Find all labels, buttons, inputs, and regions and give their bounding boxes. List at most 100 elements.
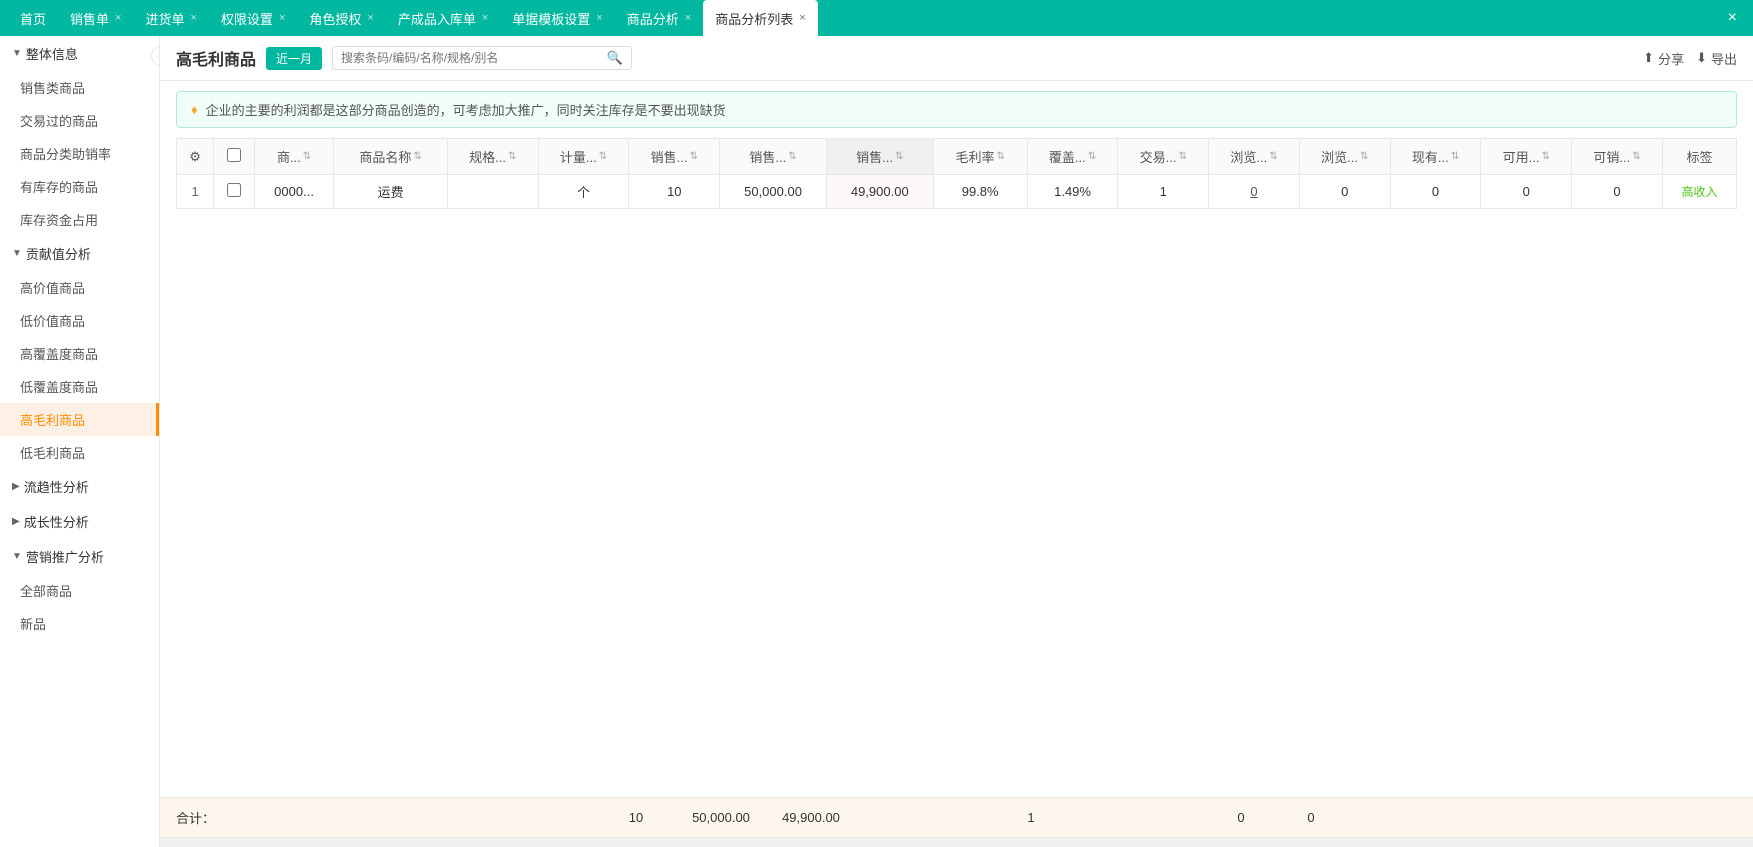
sort-icon: ⇅ <box>413 151 421 162</box>
sort-icon: ⇅ <box>1542 151 1550 162</box>
sidebar-item-high-coverage[interactable]: 高覆盖度商品 <box>0 337 159 370</box>
top-navigation: 首页 销售单 × 进货单 × 权限设置 × 角色授权 × 产成品入库单 × 单据… <box>0 0 1753 36</box>
cell-checkbox[interactable] <box>214 175 255 209</box>
cell-trade: 1 <box>1118 175 1209 209</box>
nav-product-analysis[interactable]: 商品分析 × <box>615 0 703 36</box>
col-sales1[interactable]: 销售...⇅ <box>629 139 720 175</box>
col-unit[interactable]: 计量...⇅ <box>538 139 629 175</box>
cell-stock3: 0 <box>1572 175 1663 209</box>
col-spec[interactable]: 规格...⇅ <box>447 139 538 175</box>
time-filter-button[interactable]: 近一月 <box>266 47 322 70</box>
cell-gross-rate: 99.8% <box>933 175 1027 209</box>
footer-stock2: 0 <box>1276 806 1346 829</box>
sidebar-section-overview[interactable]: ▼ 整体信息 <box>0 36 159 71</box>
footer-trade: 1 <box>996 806 1066 829</box>
close-icon[interactable]: × <box>190 12 196 24</box>
settings-icon: ⚙ <box>189 149 201 164</box>
col-code[interactable]: 商...⇅ <box>254 139 334 175</box>
content-area: 高毛利商品 近一月 🔍 ⬆ 分享 ⬇ 导出 ♦ 企业的主要的利润都是这部分商品创… <box>160 36 1753 847</box>
sidebar-item-low-value[interactable]: 低价值商品 <box>0 304 159 337</box>
col-checkbox[interactable] <box>214 139 255 175</box>
col-browse2[interactable]: 浏览...⇅ <box>1299 139 1390 175</box>
col-sales3[interactable]: 销售...⇅ <box>826 139 933 175</box>
cell-tag: 高收入 <box>1662 175 1736 209</box>
collapse-arrow-icon: ▼ <box>12 551 22 562</box>
col-browse1[interactable]: 浏览...⇅ <box>1209 139 1300 175</box>
close-icon[interactable]: × <box>115 12 121 24</box>
search-box[interactable]: 🔍 <box>332 46 632 70</box>
footer-sales2: 50,000.00 <box>676 806 766 829</box>
nav-purchase-order[interactable]: 进货单 × <box>133 0 208 36</box>
col-stock2[interactable]: 可用...⇅ <box>1481 139 1572 175</box>
col-stock1[interactable]: 现有...⇅ <box>1390 139 1481 175</box>
sidebar-item-high-value[interactable]: 高价值商品 <box>0 271 159 304</box>
search-input[interactable] <box>341 51 607 65</box>
nav-product-analysis-list[interactable]: 商品分析列表 × <box>703 0 817 36</box>
search-icon[interactable]: 🔍 <box>607 50 623 66</box>
nav-home[interactable]: 首页 <box>8 0 58 36</box>
nav-permission-settings[interactable]: 权限设置 × <box>209 0 297 36</box>
expand-arrow-icon: ▶ <box>12 516 20 527</box>
table-container: ⚙ 商...⇅ 商品名称⇅ 规格...⇅ 计量...⇅ 销售...⇅ 销售...… <box>160 138 1753 797</box>
sort-icon: ⇅ <box>599 151 607 162</box>
sort-icon: ⇅ <box>1179 151 1187 162</box>
nav-sales-order[interactable]: 销售单 × <box>58 0 133 36</box>
banner-text: 企业的主要的利润都是这部分商品创造的，可考虑加大推广，同时关注库存是不要出现缺货 <box>206 100 726 119</box>
close-icon[interactable]: × <box>685 12 691 24</box>
sort-icon: ⇅ <box>1360 151 1368 162</box>
col-settings[interactable]: ⚙ <box>177 139 214 175</box>
col-tag: 标签 <box>1662 139 1736 175</box>
select-all-checkbox[interactable] <box>227 148 241 162</box>
col-sales2[interactable]: 销售...⇅ <box>720 139 827 175</box>
cell-sales1: 10 <box>629 175 720 209</box>
close-icon[interactable]: × <box>482 12 488 24</box>
table-row[interactable]: 1 0000... 运费 个 10 50,000.00 49,900.00 99… <box>177 175 1737 209</box>
sidebar-section-marketing[interactable]: ▼ 营销推广分析 <box>0 539 159 574</box>
sidebar-section-contribution[interactable]: ▼ 贡献值分析 <box>0 236 159 271</box>
sidebar-item-high-margin[interactable]: 高毛利商品 <box>0 403 159 436</box>
nav-template-settings[interactable]: 单据模板设置 × <box>500 0 614 36</box>
collapse-arrow-icon: ▼ <box>12 248 22 259</box>
nav-product-inbound[interactable]: 产成品入库单 × <box>386 0 500 36</box>
cell-unit: 个 <box>538 175 629 209</box>
close-icon[interactable]: × <box>367 12 373 24</box>
sort-icon: ⇅ <box>508 151 516 162</box>
sidebar-item-low-coverage[interactable]: 低覆盖度商品 <box>0 370 159 403</box>
export-button[interactable]: ⬇ 导出 <box>1696 49 1737 68</box>
col-stock3[interactable]: 可销...⇅ <box>1572 139 1663 175</box>
page-title: 高毛利商品 <box>176 46 256 70</box>
sidebar-item-low-margin[interactable]: 低毛利商品 <box>0 436 159 469</box>
close-icon[interactable]: × <box>596 12 602 24</box>
close-icon[interactable]: × <box>279 12 285 24</box>
sort-icon: ⇅ <box>895 151 903 162</box>
sidebar: « ▼ 整体信息 销售类商品 交易过的商品 商品分类助销率 有库存的商品 库存资… <box>0 36 160 847</box>
close-icon[interactable]: × <box>799 12 805 24</box>
footer-sales3: 49,900.00 <box>766 806 856 829</box>
sidebar-section-growth[interactable]: ▶ 成长性分析 <box>0 504 159 539</box>
sidebar-item-all-products[interactable]: 全部商品 <box>0 574 159 607</box>
col-coverage[interactable]: 覆盖...⇅ <box>1027 139 1118 175</box>
col-gross-rate[interactable]: 毛利率⇅ <box>933 139 1027 175</box>
cell-stock1: 0 <box>1390 175 1481 209</box>
share-button[interactable]: ⬆ 分享 <box>1643 49 1684 68</box>
sidebar-section-trend[interactable]: ▶ 流趋性分析 <box>0 469 159 504</box>
share-icon: ⬆ <box>1643 50 1654 66</box>
sort-icon: ⇅ <box>1451 151 1459 162</box>
sidebar-item-stock-capital[interactable]: 库存资金占用 <box>0 203 159 236</box>
sidebar-item-sales-products[interactable]: 销售类商品 <box>0 71 159 104</box>
sidebar-item-traded-products[interactable]: 交易过的商品 <box>0 104 159 137</box>
footer-label: 合计： <box>176 808 236 827</box>
row-checkbox[interactable] <box>227 183 241 197</box>
sidebar-item-new-products[interactable]: 新品 <box>0 607 159 640</box>
sidebar-item-category-assist-rate[interactable]: 商品分类助销率 <box>0 137 159 170</box>
sidebar-item-in-stock-products[interactable]: 有库存的商品 <box>0 170 159 203</box>
close-all-tabs[interactable]: × <box>1720 9 1745 27</box>
horizontal-scrollbar[interactable] <box>160 837 1753 847</box>
cell-browse1[interactable]: 0 <box>1209 175 1300 209</box>
nav-role-auth[interactable]: 角色授权 × <box>297 0 385 36</box>
col-name[interactable]: 商品名称⇅ <box>334 139 448 175</box>
cell-code: 0000... <box>254 175 334 209</box>
export-icon: ⬇ <box>1696 50 1707 66</box>
cell-name: 运费 <box>334 175 448 209</box>
col-trade[interactable]: 交易...⇅ <box>1118 139 1209 175</box>
